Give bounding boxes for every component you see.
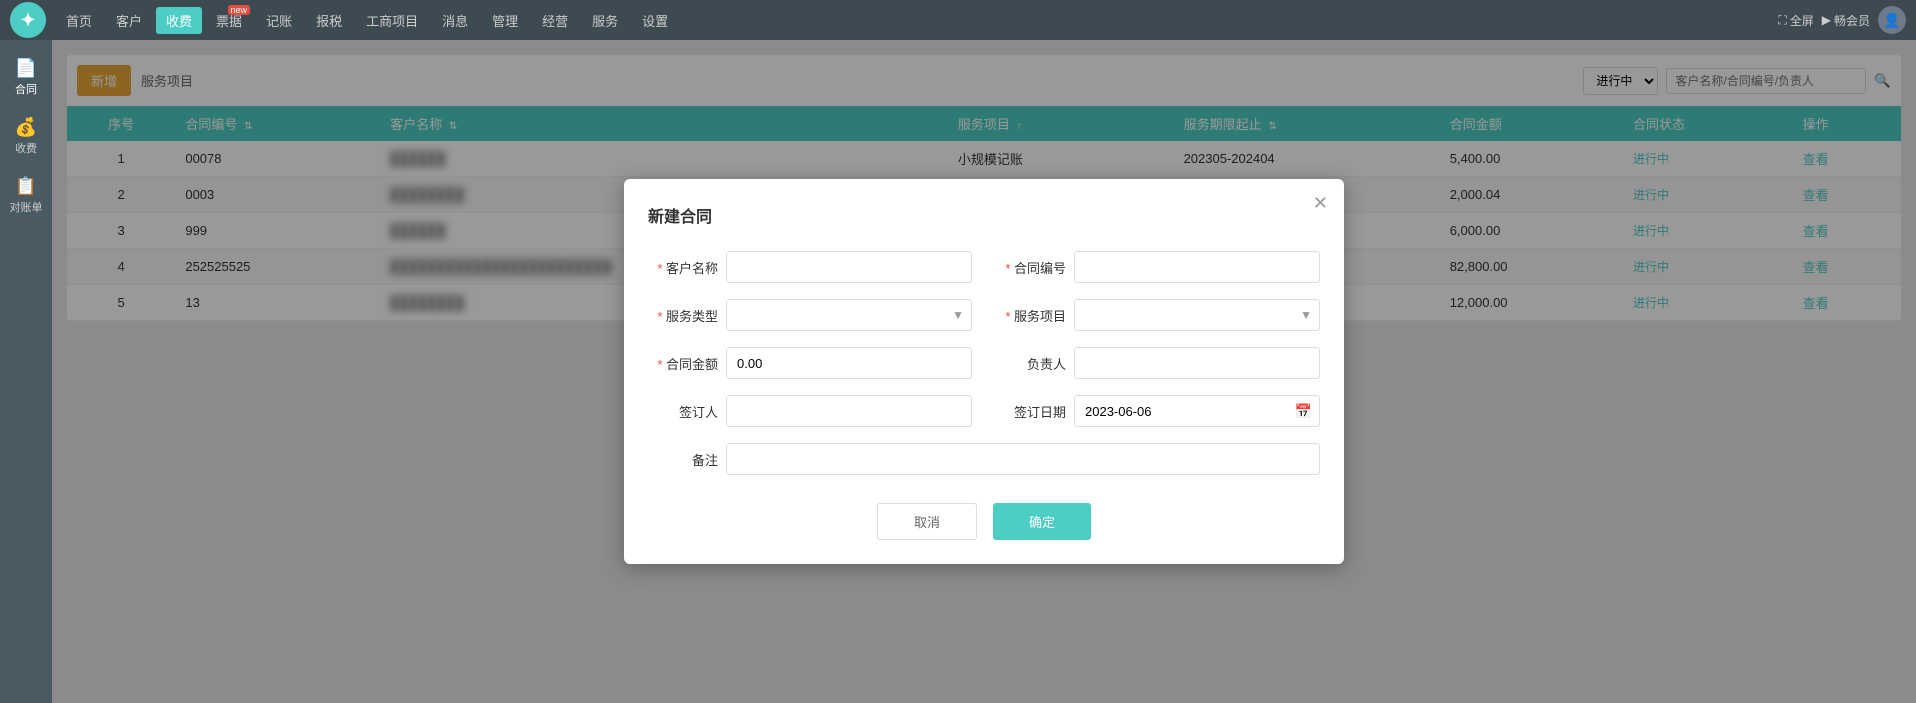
signer-input[interactable]	[726, 395, 972, 427]
amount-input[interactable]	[726, 347, 972, 379]
responsible-label: 负责人	[996, 354, 1066, 373]
service-item-wrapper: ▼	[1074, 299, 1320, 331]
form-row-contract-no: 合同编号	[996, 251, 1320, 283]
new-contract-modal: 新建合同 ✕ 客户名称 合同编号 服务类型	[624, 179, 1344, 564]
nav-settings[interactable]: 设置	[632, 7, 678, 34]
form-row-sign-date: 签订日期 📅	[996, 395, 1320, 427]
nav-message[interactable]: 消息	[432, 7, 478, 34]
billing-icon: 💰	[6, 117, 46, 138]
form-row-signer: 签订人	[648, 395, 972, 427]
responsible-input[interactable]	[1074, 347, 1320, 379]
form-row-amount: 合同金额	[648, 347, 972, 379]
service-type-label: 服务类型	[648, 306, 718, 325]
modal-overlay: 新建合同 ✕ 客户名称 合同编号 服务类型	[52, 40, 1916, 703]
signer-label: 签订人	[648, 402, 718, 421]
member-icon: ▶	[1822, 13, 1831, 27]
sign-date-wrapper: 📅	[1074, 395, 1320, 427]
form-row-client-name: 客户名称	[648, 251, 972, 283]
confirm-button[interactable]: 确定	[993, 503, 1091, 540]
nav-invoice[interactable]: 收费	[156, 7, 202, 34]
nav-ticket[interactable]: 票据 new	[206, 7, 252, 34]
sidebar-item-contract[interactable]: 📄 合同	[2, 50, 50, 105]
nav-operation[interactable]: 经营	[532, 7, 578, 34]
nav-service[interactable]: 服务	[582, 7, 628, 34]
nav-bookkeeping[interactable]: 记账	[256, 7, 302, 34]
form-row-service-type: 服务类型 ▼	[648, 299, 972, 331]
remark-label: 备注	[648, 450, 718, 469]
contract-icon: 📄	[6, 58, 46, 79]
main-content: 新增 服务项目 进行中 已结束 全部 🔍	[52, 40, 1916, 703]
form-row-service-item: 服务项目 ▼	[996, 299, 1320, 331]
sidebar-item-billing[interactable]: 💰 收费	[2, 109, 50, 164]
form-row-responsible: 负责人	[996, 347, 1320, 379]
service-item-label: 服务项目	[996, 306, 1066, 325]
sidebar: 📄 合同 💰 收费 📋 对账单	[0, 40, 52, 703]
statement-icon: 📋	[6, 176, 46, 197]
amount-label: 合同金额	[648, 354, 718, 373]
nav-home[interactable]: 首页	[56, 7, 102, 34]
modal-footer: 取消 确定	[648, 503, 1320, 540]
contract-no-label: 合同编号	[996, 258, 1066, 277]
new-badge: new	[228, 5, 251, 15]
remark-input[interactable]	[726, 443, 1320, 475]
nav-client[interactable]: 客户	[106, 7, 152, 34]
nav-manage[interactable]: 管理	[482, 7, 528, 34]
avatar[interactable]: 👤	[1878, 6, 1906, 34]
nav-tax[interactable]: 报税	[306, 7, 352, 34]
sidebar-item-statement[interactable]: 📋 对账单	[2, 168, 50, 223]
service-type-select[interactable]	[726, 299, 972, 331]
nav-right: ⛶ 全屏 ▶ 畅会员 👤	[1778, 6, 1906, 34]
cancel-button[interactable]: 取消	[877, 503, 977, 540]
layout: 📄 合同 💰 收费 📋 对账单 新增 服务项目 进行中 已结束 全部	[0, 40, 1916, 703]
fullscreen-icon: ⛶	[1778, 13, 1786, 28]
form-row-remark: 备注	[648, 443, 1320, 475]
nav-items: 首页 客户 收费 票据 new 记账 报税 工商项目 消息 管理 经营 服务 设…	[56, 7, 1778, 34]
logo[interactable]: ✦	[10, 2, 46, 38]
sign-date-input[interactable]	[1074, 395, 1320, 427]
member-button[interactable]: ▶ 畅会员	[1822, 12, 1870, 29]
client-name-input[interactable]	[726, 251, 972, 283]
service-item-select[interactable]	[1074, 299, 1320, 331]
modal-form: 客户名称 合同编号 服务类型 ▼	[648, 251, 1320, 475]
close-icon: ✕	[1313, 193, 1328, 213]
top-nav: ✦ 首页 客户 收费 票据 new 记账 报税 工商项目 消息 管理 经营 服务…	[0, 0, 1916, 40]
client-name-label: 客户名称	[648, 258, 718, 277]
sign-date-label: 签订日期	[996, 402, 1066, 421]
modal-close-button[interactable]: ✕	[1313, 193, 1328, 214]
modal-title: 新建合同	[648, 203, 1320, 227]
service-type-wrapper: ▼	[726, 299, 972, 331]
nav-business[interactable]: 工商项目	[356, 7, 428, 34]
contract-no-input[interactable]	[1074, 251, 1320, 283]
fullscreen-button[interactable]: ⛶ 全屏	[1778, 12, 1813, 29]
